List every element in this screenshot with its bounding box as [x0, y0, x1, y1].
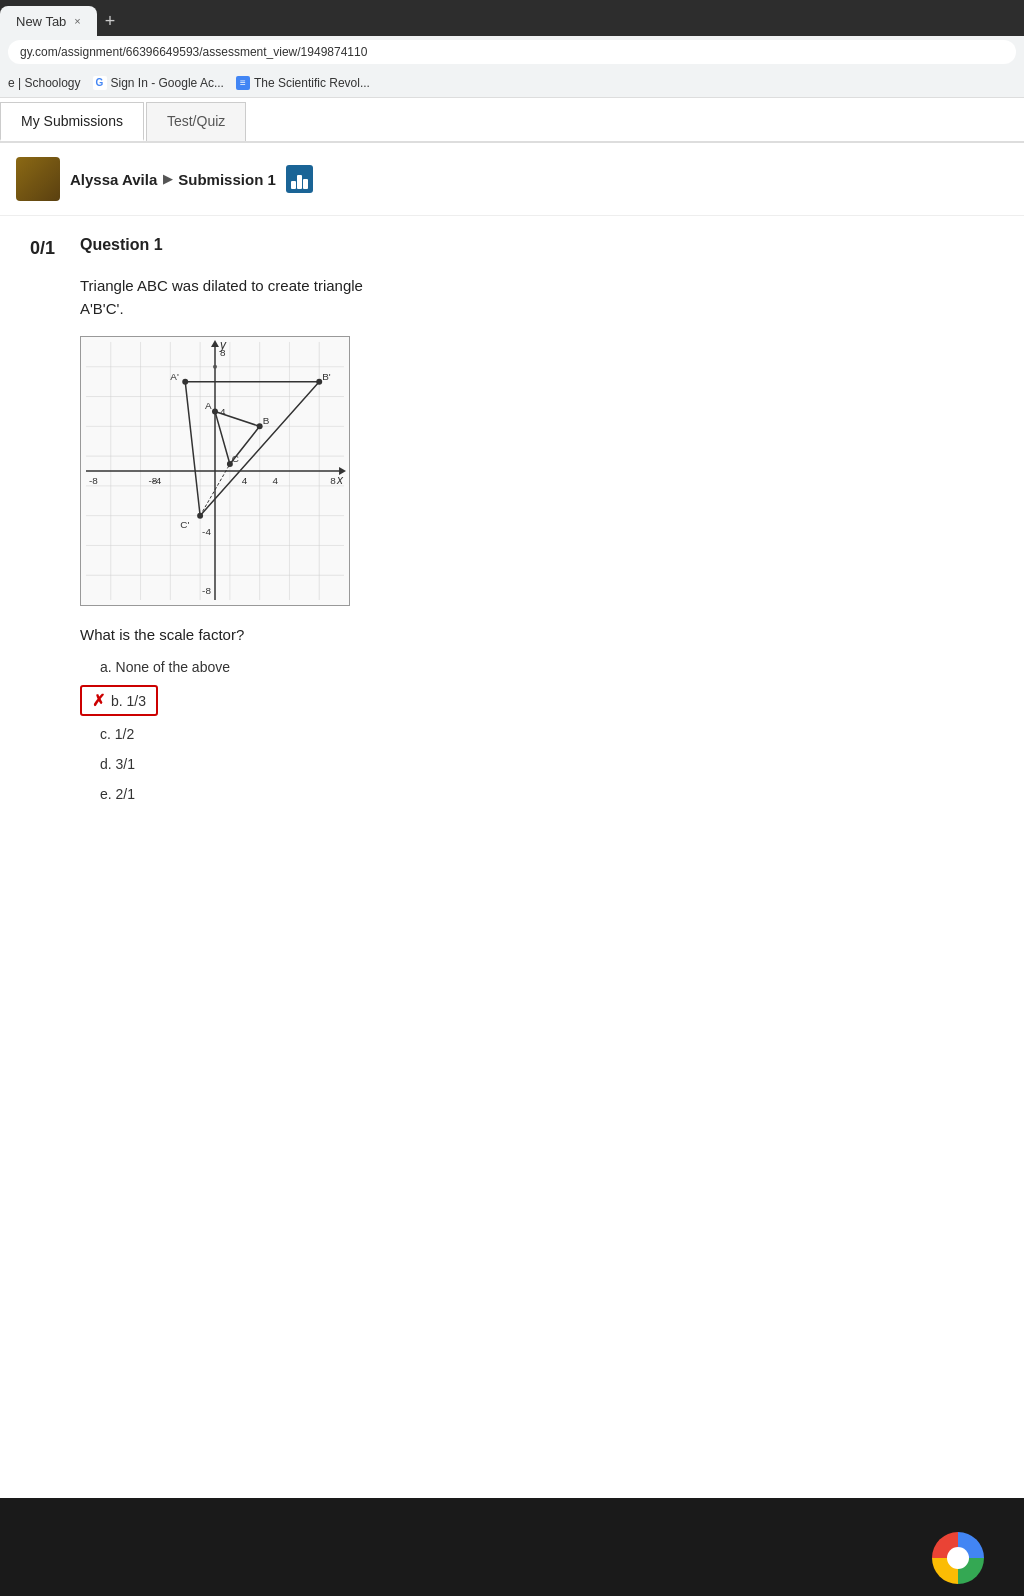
doc-label: The Scientific Revol...: [254, 76, 370, 90]
question-area: 0/1 Question 1 Triangle ABC was dilated …: [0, 216, 1024, 832]
avatar-image: [16, 157, 60, 201]
chart-icon[interactable]: [286, 165, 313, 193]
chart-bar-3: [303, 179, 308, 189]
question-body: Triangle ABC was dilated to create trian…: [80, 275, 1004, 806]
answer-choice-b-wrapper: ✗ b. 1/3: [80, 685, 1004, 722]
svg-text:4: 4: [242, 475, 248, 486]
svg-point-36: [212, 408, 218, 414]
bookmarks-bar: e | Schoology G Sign In - Google Ac... ≡…: [0, 68, 1024, 98]
submission-name-row: Alyssa Avila ▶ Submission 1: [70, 165, 313, 193]
question-text-line2: A'B'C'.: [80, 300, 124, 317]
svg-text:C': C': [180, 519, 189, 530]
svg-text:x: x: [336, 473, 344, 487]
answer-choice-e[interactable]: e. 2/1: [80, 782, 1004, 806]
question-text-line1: Triangle ABC was dilated to create trian…: [80, 277, 363, 294]
svg-text:8: 8: [330, 475, 336, 486]
browser-tab[interactable]: New Tab ×: [0, 6, 97, 36]
browser-chrome: New Tab × + gy.com/assignment/6639664959…: [0, 0, 1024, 98]
svg-text:B': B': [322, 371, 331, 382]
tab-bar: New Tab × +: [0, 0, 1024, 36]
question-title: Question 1: [80, 236, 163, 254]
new-tab-button[interactable]: +: [105, 11, 116, 32]
svg-text:4: 4: [273, 475, 279, 486]
answer-choices: a. None of the above ✗ b. 1/3 c. 1/2 d. …: [80, 655, 1004, 806]
question-text: Triangle ABC was dilated to create trian…: [80, 275, 1004, 320]
scale-factor-question: What is the scale factor?: [80, 626, 1004, 643]
chrome-logo-inner: [947, 1547, 969, 1569]
svg-point-42: [182, 379, 188, 385]
address-bar[interactable]: gy.com/assignment/66396649593/assessment…: [8, 40, 1016, 64]
page-content: My Submissions Test/Quiz Alyssa Avila ▶ …: [0, 98, 1024, 1498]
address-text: gy.com/assignment/66396649593/assessment…: [20, 45, 367, 59]
answer-choice-a[interactable]: a. None of the above: [80, 655, 1004, 679]
tab-test-quiz[interactable]: Test/Quiz: [146, 102, 246, 141]
tab-my-submissions-label: My Submissions: [21, 113, 123, 129]
answer-d-label: d. 3/1: [100, 756, 135, 772]
google-icon: G: [93, 76, 107, 90]
svg-text:8: 8: [220, 347, 226, 358]
answer-a-label: a. None of the above: [100, 659, 230, 675]
question-row: 0/1 Question 1: [30, 236, 1004, 259]
schoology-label: e | Schoology: [8, 76, 81, 90]
doc-icon: ≡: [236, 76, 250, 90]
svg-text:-8: -8: [89, 475, 98, 486]
graph-container: y x -8 4 -8: [80, 336, 1004, 606]
answer-b-label: b. 1/3: [111, 693, 146, 709]
chart-bar-1: [291, 181, 296, 189]
svg-text:C: C: [232, 453, 239, 464]
answer-choice-d[interactable]: d. 3/1: [80, 752, 1004, 776]
google-label: Sign In - Google Ac...: [111, 76, 224, 90]
svg-text:A: A: [205, 400, 212, 411]
svg-text:A': A': [170, 371, 179, 382]
answer-choice-b[interactable]: ✗ b. 1/3: [80, 685, 158, 716]
chrome-logo: [932, 1532, 984, 1584]
svg-text:-8: -8: [202, 585, 211, 596]
bottom-bar: [0, 1498, 1024, 1596]
answer-c-label: c. 1/2: [100, 726, 134, 742]
svg-text:-4: -4: [152, 475, 161, 486]
breadcrumb-arrow: ▶: [163, 172, 172, 186]
page-tabs: My Submissions Test/Quiz: [0, 98, 1024, 143]
address-bar-row: gy.com/assignment/66396649593/assessment…: [0, 36, 1024, 68]
bookmark-schoology[interactable]: e | Schoology: [8, 76, 81, 90]
wrong-icon: ✗: [92, 691, 105, 710]
submission-header: Alyssa Avila ▶ Submission 1: [0, 143, 1024, 216]
svg-text:B: B: [263, 415, 270, 426]
submission-label: Submission 1: [178, 171, 276, 188]
answer-e-label: e. 2/1: [100, 786, 135, 802]
question-score: 0/1: [30, 236, 60, 259]
bookmark-google[interactable]: G Sign In - Google Ac...: [93, 76, 224, 90]
tab-title: New Tab: [16, 14, 66, 29]
svg-text:4: 4: [220, 406, 226, 417]
svg-point-46: [197, 513, 203, 519]
tab-test-quiz-label: Test/Quiz: [167, 113, 225, 129]
student-name: Alyssa Avila: [70, 171, 157, 188]
svg-point-48: [213, 365, 217, 369]
avatar: [16, 157, 60, 201]
chart-bar-2: [297, 175, 302, 189]
bookmark-doc[interactable]: ≡ The Scientific Revol...: [236, 76, 370, 90]
tab-close-button[interactable]: ×: [74, 15, 80, 27]
answer-choice-c[interactable]: c. 1/2: [80, 722, 1004, 746]
tab-my-submissions[interactable]: My Submissions: [0, 102, 144, 141]
svg-text:-4: -4: [202, 526, 211, 537]
coordinate-graph: y x -8 4 -8: [80, 336, 350, 606]
